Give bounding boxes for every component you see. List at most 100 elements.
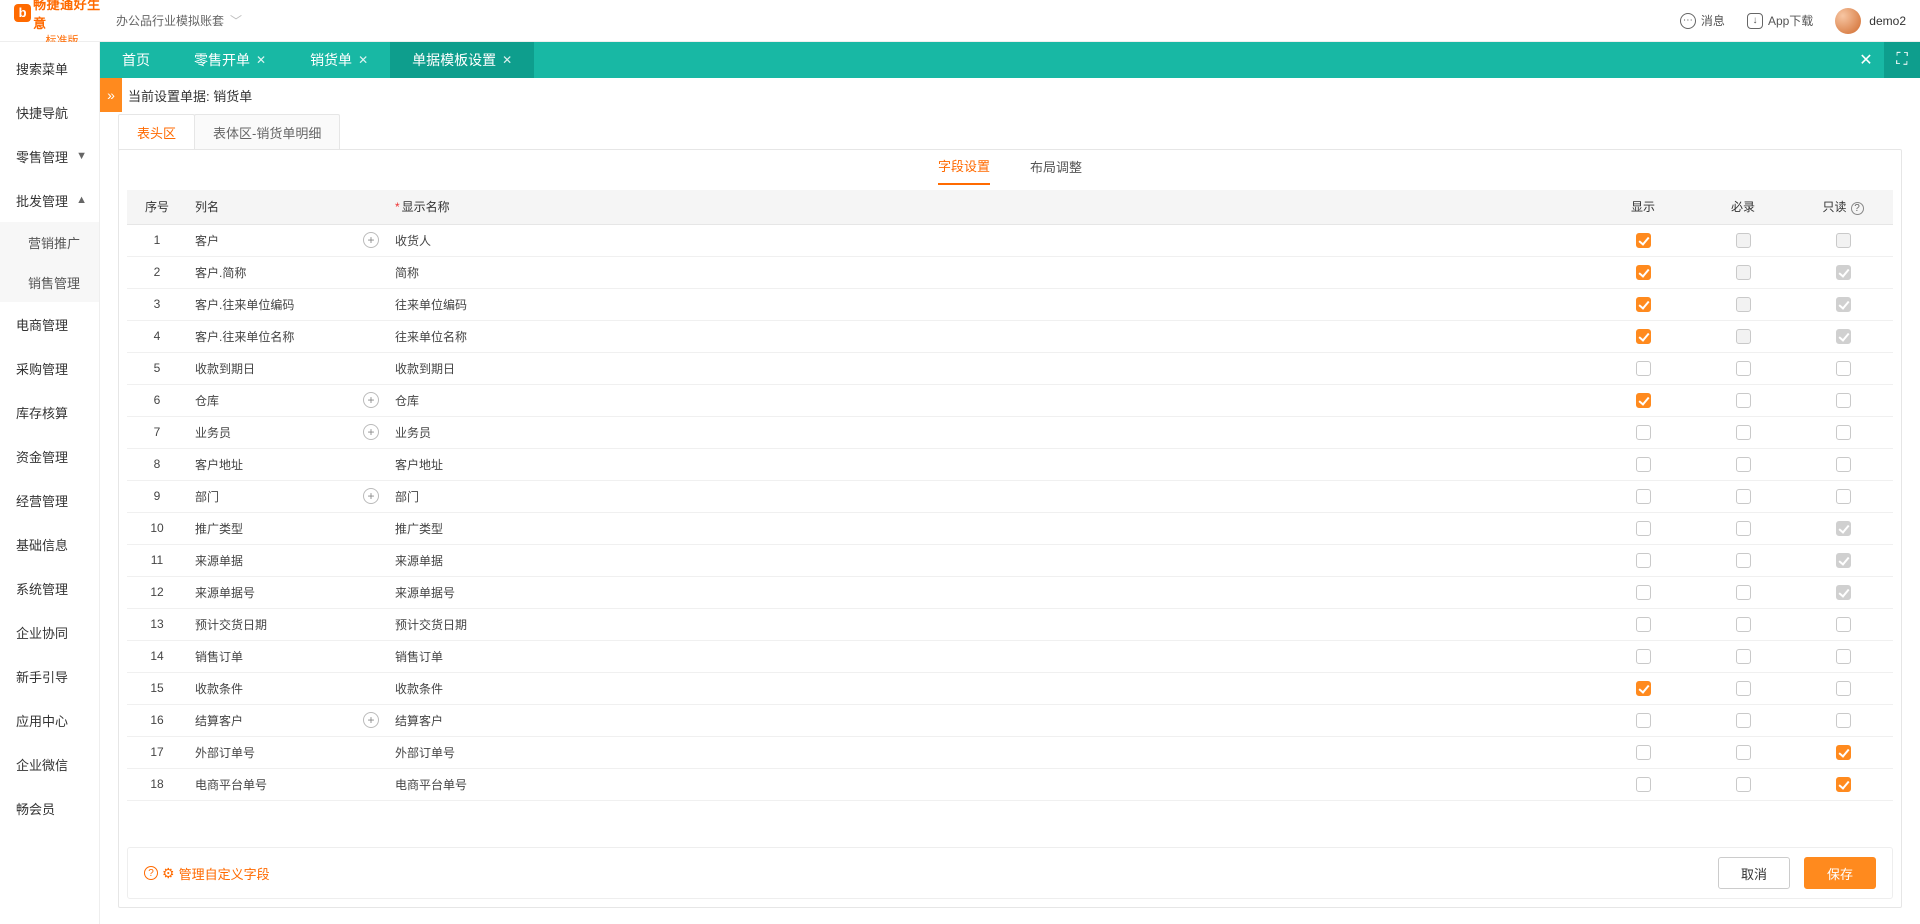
cell-display-name[interactable]: 收款到期日 bbox=[387, 352, 1593, 384]
checkbox[interactable] bbox=[1736, 745, 1751, 760]
page-tab[interactable]: 首页 bbox=[100, 42, 172, 78]
page-tab[interactable]: 零售开单✕ bbox=[172, 42, 288, 78]
cell-display-name[interactable]: 推广类型 bbox=[387, 512, 1593, 544]
sidebar-item[interactable]: 库存核算 bbox=[0, 390, 99, 434]
checkbox[interactable] bbox=[1636, 425, 1651, 440]
checkbox[interactable] bbox=[1636, 553, 1651, 568]
close-icon[interactable]: ✕ bbox=[256, 53, 266, 67]
sidebar-subitem[interactable]: 营销推广 bbox=[0, 222, 99, 262]
messages-button[interactable]: ⋯ 消息 bbox=[1680, 12, 1725, 29]
checkbox[interactable] bbox=[1736, 649, 1751, 664]
sidebar-item[interactable]: 应用中心 bbox=[0, 698, 99, 742]
checkbox[interactable] bbox=[1736, 425, 1751, 440]
add-icon[interactable]: + bbox=[363, 712, 379, 728]
fullscreen-button[interactable]: ⛶ bbox=[1884, 42, 1920, 78]
checkbox[interactable] bbox=[1636, 681, 1651, 696]
help-icon[interactable]: ? bbox=[1851, 202, 1864, 215]
mode-tab[interactable]: 字段设置 bbox=[938, 156, 990, 185]
checkbox[interactable] bbox=[1636, 233, 1651, 248]
checkbox[interactable] bbox=[1636, 713, 1651, 728]
checkbox[interactable] bbox=[1736, 553, 1751, 568]
checkbox[interactable] bbox=[1636, 329, 1651, 344]
avatar[interactable] bbox=[1835, 8, 1861, 34]
checkbox[interactable] bbox=[1736, 777, 1751, 792]
checkbox[interactable] bbox=[1636, 265, 1651, 280]
checkbox[interactable] bbox=[1836, 745, 1851, 760]
sidebar-subitem[interactable]: 销售管理 bbox=[0, 262, 99, 302]
cell-display-name[interactable]: 来源单据 bbox=[387, 544, 1593, 576]
cell-display-name[interactable]: 预计交货日期 bbox=[387, 608, 1593, 640]
sidebar-item[interactable]: 系统管理 bbox=[0, 566, 99, 610]
cell-display-name[interactable]: 销售订单 bbox=[387, 640, 1593, 672]
checkbox[interactable] bbox=[1636, 777, 1651, 792]
app-download-button[interactable]: ↓ App下载 bbox=[1747, 12, 1813, 29]
sidebar-item[interactable]: 畅会员 bbox=[0, 786, 99, 830]
checkbox[interactable] bbox=[1636, 649, 1651, 664]
checkbox[interactable] bbox=[1736, 361, 1751, 376]
checkbox[interactable] bbox=[1736, 681, 1751, 696]
area-tab[interactable]: 表头区 bbox=[118, 114, 195, 150]
cell-display-name[interactable]: 电商平台单号 bbox=[387, 768, 1593, 800]
sidebar-item[interactable]: 快捷导航 bbox=[0, 90, 99, 134]
checkbox[interactable] bbox=[1636, 585, 1651, 600]
sidebar-item[interactable]: 企业微信 bbox=[0, 742, 99, 786]
cell-display-name[interactable]: 收款条件 bbox=[387, 672, 1593, 704]
sidebar-item[interactable]: 基础信息 bbox=[0, 522, 99, 566]
sidebar-item[interactable]: 零售管理▼ bbox=[0, 134, 99, 178]
close-icon[interactable]: ✕ bbox=[358, 53, 368, 67]
account-set-switcher[interactable]: 办公品行业模拟账套 ﹀ bbox=[116, 12, 242, 29]
cell-display-name[interactable]: 来源单据号 bbox=[387, 576, 1593, 608]
cell-display-name[interactable]: 业务员 bbox=[387, 416, 1593, 448]
cell-display-name[interactable]: 部门 bbox=[387, 480, 1593, 512]
add-icon[interactable]: + bbox=[363, 488, 379, 504]
checkbox[interactable] bbox=[1736, 489, 1751, 504]
checkbox[interactable] bbox=[1836, 393, 1851, 408]
checkbox[interactable] bbox=[1836, 457, 1851, 472]
expand-handle-icon[interactable]: » bbox=[100, 78, 122, 112]
checkbox[interactable] bbox=[1636, 297, 1651, 312]
checkbox[interactable] bbox=[1836, 649, 1851, 664]
cell-display-name[interactable]: 收货人 bbox=[387, 224, 1593, 256]
checkbox[interactable] bbox=[1836, 425, 1851, 440]
add-icon[interactable]: + bbox=[363, 392, 379, 408]
page-tab[interactable]: 销货单✕ bbox=[288, 42, 390, 78]
cell-display-name[interactable]: 外部订单号 bbox=[387, 736, 1593, 768]
checkbox[interactable] bbox=[1736, 585, 1751, 600]
checkbox[interactable] bbox=[1736, 521, 1751, 536]
sidebar-item[interactable]: 资金管理 bbox=[0, 434, 99, 478]
save-button[interactable]: 保存 bbox=[1804, 857, 1876, 889]
sidebar-item[interactable]: 新手引导 bbox=[0, 654, 99, 698]
checkbox[interactable] bbox=[1736, 713, 1751, 728]
cell-display-name[interactable]: 结算客户 bbox=[387, 704, 1593, 736]
checkbox[interactable] bbox=[1636, 745, 1651, 760]
checkbox[interactable] bbox=[1836, 617, 1851, 632]
sidebar-item[interactable]: 采购管理 bbox=[0, 346, 99, 390]
close-all-tabs-button[interactable]: ✕ bbox=[1848, 42, 1884, 78]
cancel-button[interactable]: 取消 bbox=[1718, 857, 1790, 889]
checkbox[interactable] bbox=[1636, 361, 1651, 376]
username[interactable]: demo2 bbox=[1869, 14, 1906, 28]
sidebar-item[interactable]: 批发管理▲ bbox=[0, 178, 99, 222]
checkbox[interactable] bbox=[1636, 521, 1651, 536]
checkbox[interactable] bbox=[1836, 777, 1851, 792]
checkbox[interactable] bbox=[1736, 457, 1751, 472]
cell-display-name[interactable]: 简称 bbox=[387, 256, 1593, 288]
area-tab[interactable]: 表体区-销货单明细 bbox=[194, 114, 340, 150]
close-icon[interactable]: ✕ bbox=[502, 53, 512, 67]
page-tab[interactable]: 单据模板设置✕ bbox=[390, 42, 534, 78]
mode-tab[interactable]: 布局调整 bbox=[1030, 157, 1082, 184]
checkbox[interactable] bbox=[1836, 361, 1851, 376]
checkbox[interactable] bbox=[1736, 393, 1751, 408]
checkbox[interactable] bbox=[1836, 489, 1851, 504]
add-icon[interactable]: + bbox=[363, 424, 379, 440]
sidebar-item[interactable]: 经营管理 bbox=[0, 478, 99, 522]
manage-custom-fields-link[interactable]: ? ⚙ 管理自定义字段 bbox=[144, 864, 270, 883]
checkbox[interactable] bbox=[1636, 489, 1651, 504]
checkbox[interactable] bbox=[1636, 617, 1651, 632]
sidebar-item[interactable]: 电商管理 bbox=[0, 302, 99, 346]
sidebar-item[interactable]: 搜索菜单 bbox=[0, 46, 99, 90]
checkbox[interactable] bbox=[1836, 713, 1851, 728]
checkbox[interactable] bbox=[1636, 393, 1651, 408]
checkbox[interactable] bbox=[1836, 681, 1851, 696]
cell-display-name[interactable]: 客户地址 bbox=[387, 448, 1593, 480]
